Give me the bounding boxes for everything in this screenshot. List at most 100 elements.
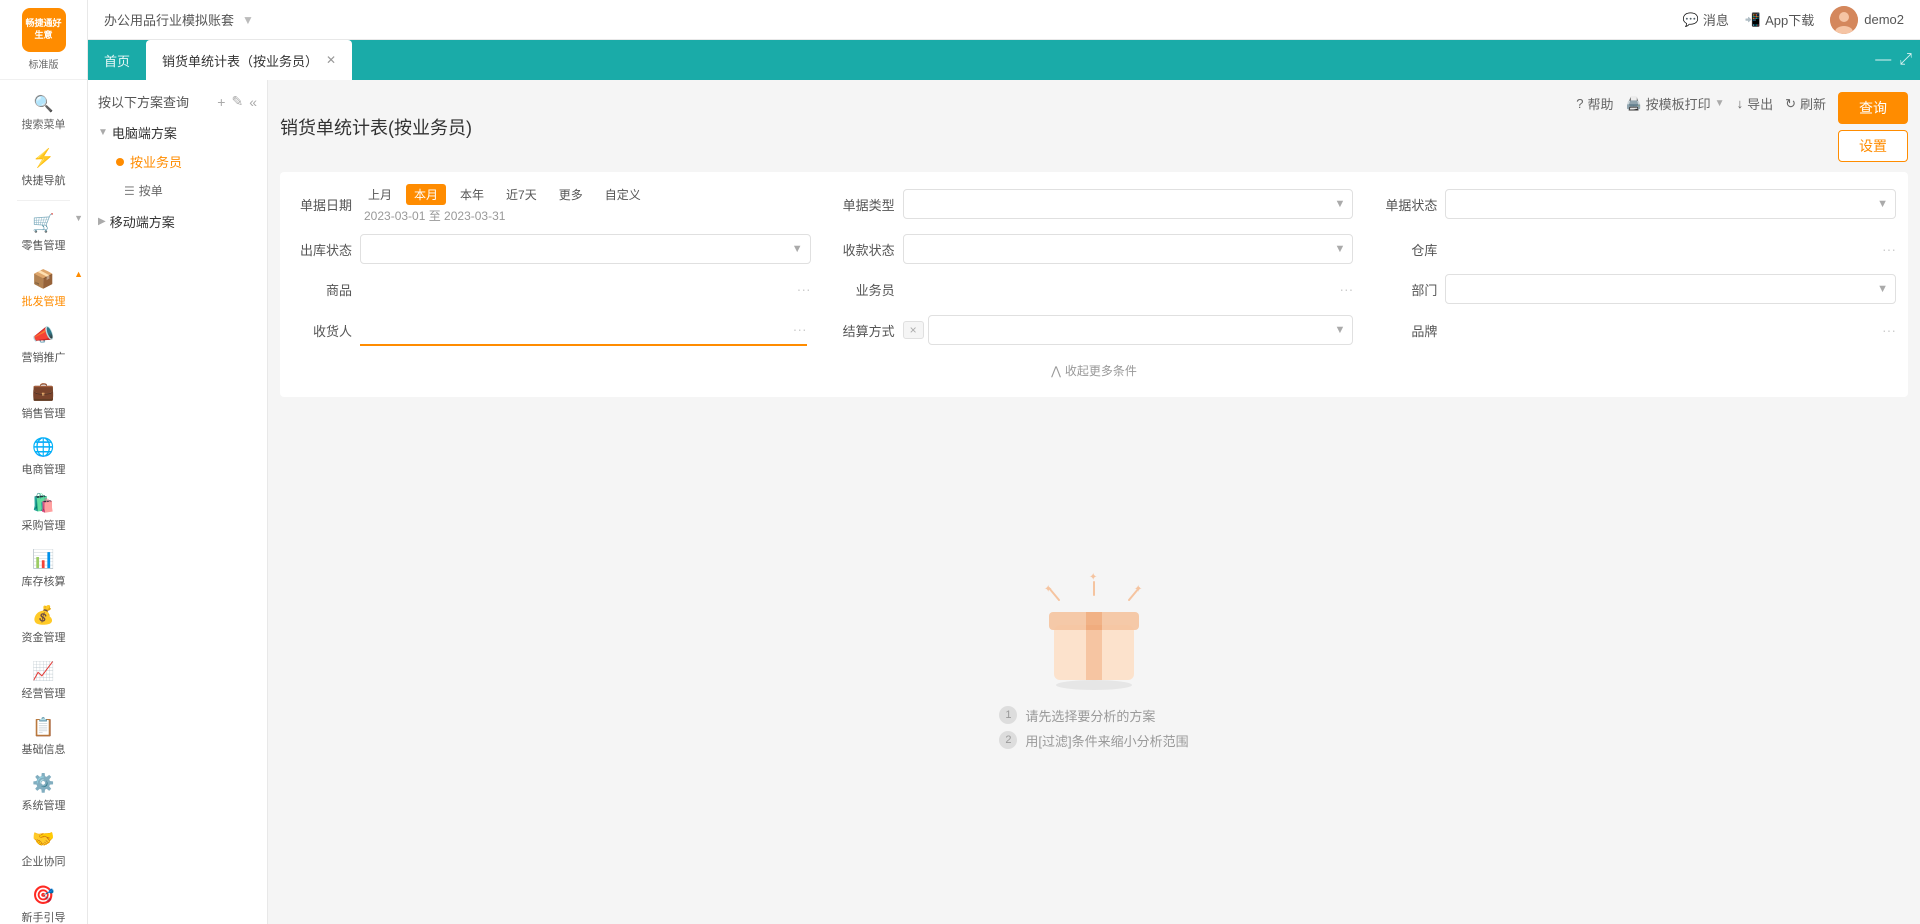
- receiver-dots-btn[interactable]: ···: [793, 321, 807, 337]
- date-custom-btn[interactable]: 自定义: [597, 184, 649, 205]
- business-icon: 📈: [32, 661, 54, 682]
- msg-button[interactable]: 💬 消息: [1683, 10, 1729, 29]
- empty-state: ✦ ✦ ✦ 1 请先选择要分析的方案 2 用[过滤]条件来缩小分析范围: [280, 407, 1908, 912]
- receiver-input[interactable]: [360, 314, 789, 344]
- department-label: 部门: [1377, 280, 1437, 299]
- warehouse-dots-btn[interactable]: ···: [1882, 241, 1896, 257]
- empty-illustration: ✦ ✦ ✦: [1034, 570, 1154, 690]
- sidebar-item-retail[interactable]: 🛒 零售管理 ▼: [0, 205, 87, 261]
- mobile-scheme-group: ▶ 移动端方案: [88, 208, 267, 235]
- query-actions: 查询 设置: [1838, 92, 1908, 162]
- scheme-item-salesperson[interactable]: 按业务员: [88, 146, 267, 177]
- salesperson-label: 业务员: [835, 280, 895, 299]
- warehouse-label: 仓库: [1377, 240, 1437, 259]
- sidebar-item-ecommerce[interactable]: 🌐 电商管理: [0, 429, 87, 485]
- receipt-status-select[interactable]: [903, 234, 1354, 264]
- sidebar-item-finance[interactable]: 💰 资金管理: [0, 597, 87, 653]
- user-menu[interactable]: demo2: [1830, 6, 1904, 34]
- marketing-label: 营销推广: [22, 349, 66, 365]
- sidebar-divider-1: [17, 200, 69, 201]
- date-label: 单据日期: [292, 195, 352, 214]
- goods-field: 商品 ···: [292, 280, 811, 299]
- sidebar-item-business[interactable]: 📈 经营管理: [0, 653, 87, 709]
- add-scheme-button[interactable]: +: [217, 94, 225, 110]
- app-download-button[interactable]: 📲 App下载: [1745, 10, 1814, 29]
- query-button[interactable]: 查询: [1838, 92, 1908, 124]
- sidebar-item-cooperation[interactable]: 🤝 企业协同: [0, 821, 87, 877]
- sidebar-item-purchase[interactable]: 🛍️ 采购管理: [0, 485, 87, 541]
- settlement-tag-close[interactable]: ×: [910, 323, 917, 337]
- app-download-icon: 📲: [1745, 12, 1761, 28]
- app-download-label: App下载: [1765, 10, 1814, 29]
- basic-label: 基础信息: [22, 741, 66, 757]
- left-panel-actions: + ✎ «: [217, 93, 257, 110]
- svg-text:✦: ✦: [1044, 584, 1052, 595]
- export-button[interactable]: ↓ 导出: [1737, 94, 1774, 113]
- tab-home[interactable]: 首页: [88, 40, 146, 80]
- inventory-icon: 📊: [32, 549, 54, 570]
- sidebar-search-item[interactable]: 🔍 搜索菜单: [0, 84, 87, 140]
- tab-maximize-button[interactable]: ⤢: [1899, 51, 1912, 69]
- mobile-group-toggle[interactable]: ▶ 移动端方案: [88, 208, 267, 235]
- tab-report[interactable]: 销货单统计表（按业务员） ✕: [146, 40, 352, 80]
- date-7days-btn[interactable]: 近7天: [498, 184, 545, 205]
- date-this-month-btn[interactable]: 本月: [406, 184, 446, 205]
- content-area: 按以下方案查询 + ✎ « ▼ 电脑端方案 按业务员 ☰ 按单: [88, 80, 1920, 924]
- edit-scheme-button[interactable]: ✎: [231, 93, 243, 110]
- export-label: 导出: [1747, 94, 1773, 113]
- desktop-group-toggle[interactable]: ▼ 电脑端方案: [88, 119, 267, 146]
- shortcut-nav-item[interactable]: ⚡ 快捷导航: [0, 140, 87, 196]
- department-wrap: ▼: [1445, 274, 1896, 304]
- goods-dots-btn[interactable]: ···: [797, 281, 811, 297]
- sidebar-item-marketing[interactable]: 📣 营销推广: [0, 317, 87, 373]
- refresh-button[interactable]: ↻ 刷新: [1785, 94, 1826, 113]
- scheme-sub-order[interactable]: ☰ 按单: [88, 177, 267, 204]
- sidebar-item-newbie[interactable]: 🎯 新手引导: [0, 877, 87, 924]
- out-status-label: 出库状态: [292, 240, 352, 259]
- help-button[interactable]: ? 帮助: [1576, 94, 1613, 113]
- report-tab-label: 销货单统计表（按业务员）: [162, 51, 318, 70]
- department-field: 部门 ▼: [1377, 274, 1896, 304]
- goods-input-area: ···: [360, 281, 811, 297]
- breadcrumb-arrow: ▼: [242, 13, 254, 27]
- empty-hint-2: 2 用[过滤]条件来缩小分析范围: [999, 731, 1188, 750]
- filter-form: 单据日期 上月 本月 本年 近7天 更多 自定义 2023-03-01 至 20…: [280, 172, 1908, 397]
- date-this-year-btn[interactable]: 本年: [452, 184, 492, 205]
- receiver-label: 收货人: [292, 321, 352, 340]
- collapse-button[interactable]: ⋀ 收起更多条件: [1051, 362, 1137, 379]
- print-button[interactable]: 🖨️ 按模板打印 ▼: [1625, 94, 1724, 113]
- newbie-icon: 🎯: [32, 885, 54, 906]
- collapse-label: 收起更多条件: [1065, 362, 1137, 379]
- svg-text:✦: ✦: [1134, 584, 1142, 595]
- doc-type-select[interactable]: [903, 189, 1354, 219]
- sidebar-item-basic[interactable]: 📋 基础信息: [0, 709, 87, 765]
- setting-button[interactable]: 设置: [1838, 130, 1908, 162]
- export-icon: ↓: [1737, 96, 1744, 111]
- sidebar-item-inventory[interactable]: 📊 库存核算: [0, 541, 87, 597]
- cooperation-icon: 🤝: [32, 829, 54, 850]
- out-status-select[interactable]: [360, 234, 811, 264]
- ecommerce-label: 电商管理: [22, 461, 66, 477]
- salesperson-dots-btn[interactable]: ···: [1339, 281, 1353, 297]
- date-last-month-btn[interactable]: 上月: [360, 184, 400, 205]
- sidebar-item-sales[interactable]: 💼 销售管理: [0, 373, 87, 429]
- finance-icon: 💰: [32, 605, 54, 626]
- top-header: 办公用品行业模拟账套 ▼ 💬 消息 📲 App下载 demo2: [88, 0, 1920, 40]
- system-label: 系统管理: [22, 797, 66, 813]
- date-more-btn[interactable]: 更多: [551, 184, 591, 205]
- doc-status-label: 单据状态: [1377, 195, 1437, 214]
- filter-row-4: 收货人 ··· 结算方式 ×: [292, 314, 1896, 346]
- app-logo: 畅捷通好生意: [22, 8, 66, 52]
- collapse-bar: ⋀ 收起更多条件: [292, 356, 1896, 385]
- out-status-wrap: ▼: [360, 234, 811, 264]
- doc-status-select[interactable]: [1445, 189, 1896, 219]
- sidebar-item-system[interactable]: ⚙️ 系统管理: [0, 765, 87, 821]
- department-select[interactable]: [1445, 274, 1896, 304]
- tab-minimize-button[interactable]: —: [1875, 51, 1891, 69]
- sidebar-item-wholesale[interactable]: 📦 批发管理 ▲: [0, 261, 87, 317]
- brand-dots-btn[interactable]: ···: [1882, 322, 1896, 338]
- salesperson-field: 业务员 ···: [835, 280, 1354, 299]
- collapse-panel-button[interactable]: «: [249, 94, 257, 110]
- settlement-select[interactable]: [928, 315, 1354, 345]
- tab-close-button[interactable]: ✕: [326, 53, 336, 67]
